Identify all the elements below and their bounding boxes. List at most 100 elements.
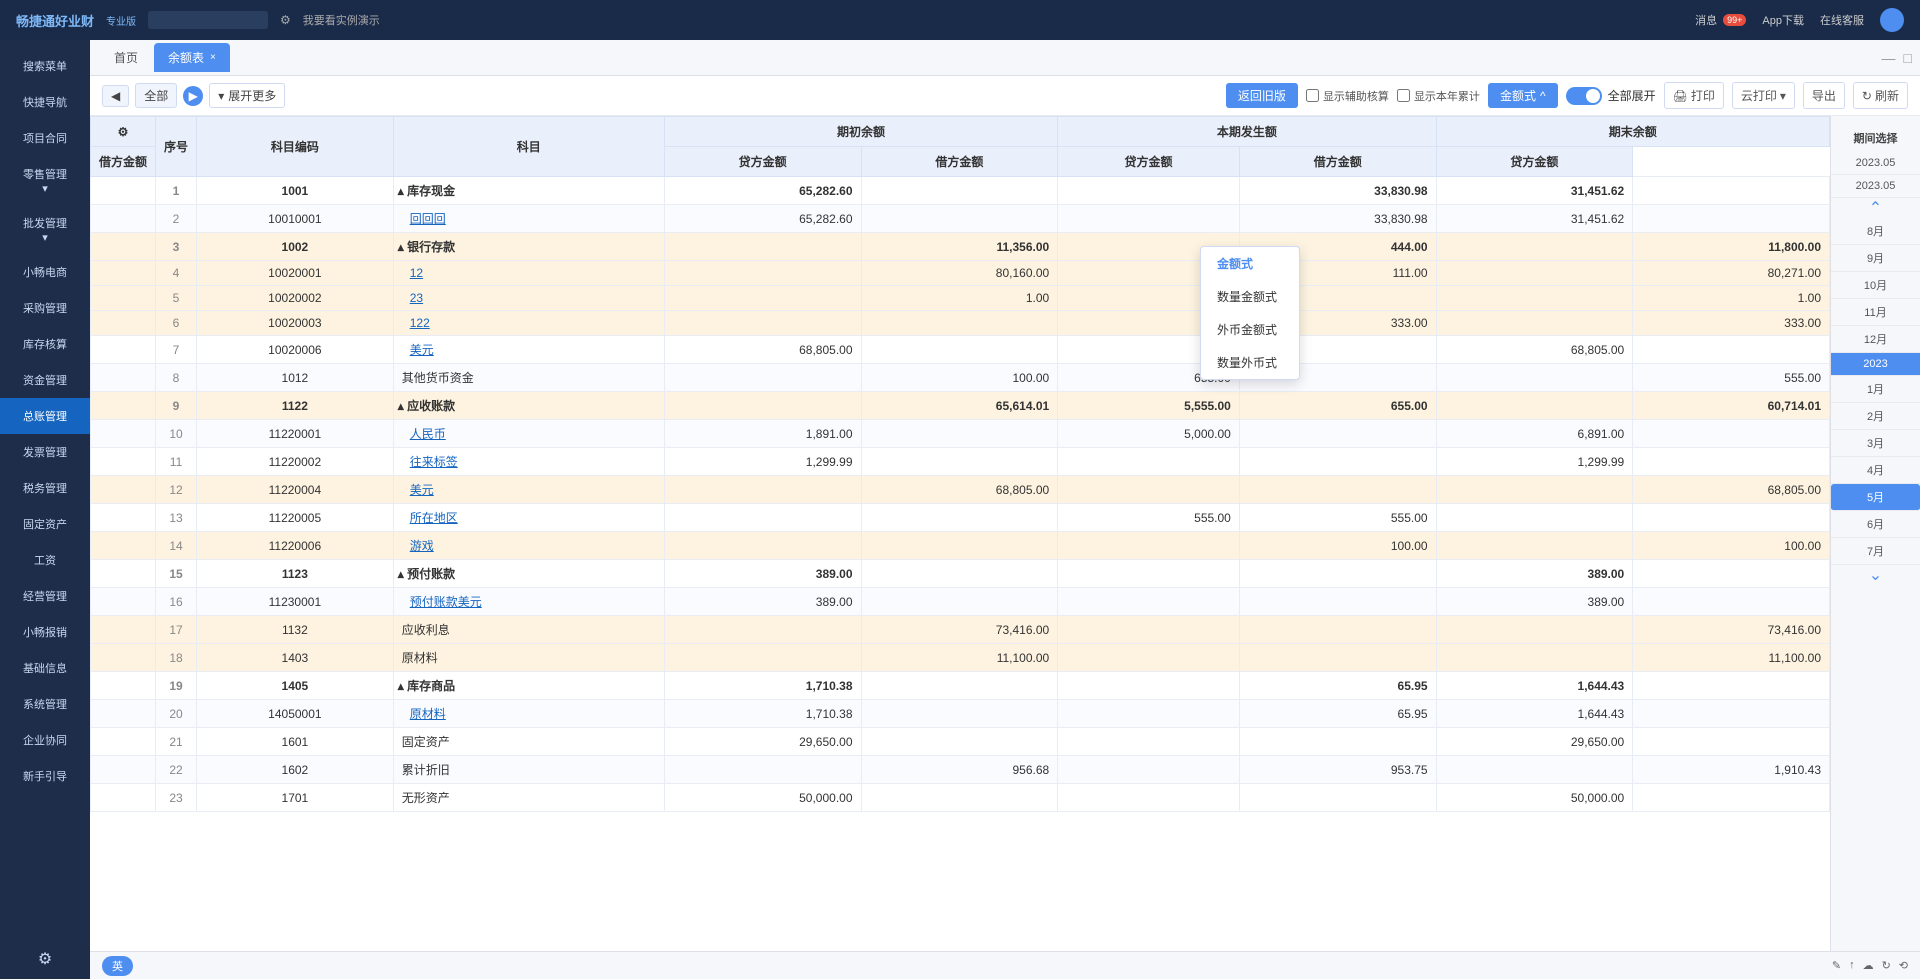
lang-btn[interactable]: 英 [102,956,133,976]
row-code: 1123 [197,560,394,588]
refresh-btn[interactable]: ↻ 刷新 [1853,82,1908,109]
row-opening-debit [664,756,861,784]
period-jan[interactable]: 1月 [1831,376,1920,403]
undo-icon[interactable]: ↻ [1882,959,1891,972]
period-apr[interactable]: 4月 [1831,457,1920,484]
period-mar[interactable]: 3月 [1831,430,1920,457]
dropdown-item-qty-currency[interactable]: 数量外币式 [1201,346,1299,379]
tab-balance-sheet[interactable]: 余额表 × [154,43,230,72]
export-btn[interactable]: 导出 [1803,82,1845,109]
edit-icon[interactable]: ✎ [1832,959,1841,972]
demo-label[interactable]: 我要看实例演示 [303,12,380,28]
row-name[interactable]: 所在地区 [393,504,664,532]
row-num: 21 [156,728,197,756]
format-dropdown[interactable]: 金额式 数量金额式 外币金额式 数量外币式 [1200,246,1300,380]
sidebar-settings-icon[interactable]: ⚙ [38,951,52,968]
tab-max-btn[interactable]: □ [1904,50,1912,66]
sidebar-item-finance[interactable]: 资金管理 [0,362,90,398]
dropdown-item-currency[interactable]: 外币金额式 [1201,313,1299,346]
period-may[interactable]: 5月 [1831,484,1920,511]
period-aug[interactable]: 8月 [1831,218,1920,245]
row-name[interactable]: 游戏 [393,532,664,560]
service-btn[interactable]: 在线客服 [1820,12,1864,28]
back-nav-btn[interactable]: ◀ [102,85,129,107]
sidebar-item-base[interactable]: 基础信息 [0,650,90,686]
row-name[interactable]: 122 [393,311,664,336]
period-expand-down[interactable]: ⌄ [1869,565,1882,585]
show-annual-checkbox[interactable]: 显示本年累计 [1397,88,1480,104]
sidebar-item-ledger[interactable]: 总账管理 [0,398,90,434]
format-btn[interactable]: 金额式 ^ [1488,83,1558,108]
user-avatar[interactable] [1880,8,1904,32]
sidebar-item-salary[interactable]: 工资 [0,542,90,578]
row-name[interactable]: 预付账款美元 [393,588,664,616]
period-2023-05-2[interactable]: 2023.05 [1831,175,1920,198]
history-icon[interactable]: ⟲ [1899,959,1908,972]
message-btn[interactable]: 消息 99+ [1695,12,1746,28]
download-btn[interactable]: App下载 [1762,12,1804,28]
sidebar-item-guide[interactable]: 新手引导 [0,758,90,794]
show-assist-checkbox[interactable]: 显示辅助核算 [1306,88,1389,104]
cloud-print-btn[interactable]: 云打印 ▾ [1732,82,1795,109]
row-name[interactable]: 人民币 [393,420,664,448]
dropdown-item-amount[interactable]: 金额式 [1201,247,1299,280]
expand-more-btn[interactable]: ▾ 展开更多 [209,83,285,108]
sync-icon[interactable]: ↑ [1849,959,1855,972]
tab-min-btn[interactable]: — [1882,50,1896,66]
period-2023[interactable]: 2023 [1831,353,1920,376]
back-old-btn[interactable]: 返回旧版 [1226,83,1298,108]
row-code: 11220004 [197,476,394,504]
sidebar-item-ecommerce[interactable]: 小畅电商 [0,254,90,290]
status-bar: 英 ✎ ↑ ☁ ↻ ⟲ [90,951,1920,979]
sidebar-item-invoice[interactable]: 发票管理 [0,434,90,470]
sidebar-item-search[interactable]: 搜索菜单 [0,48,90,84]
period-dec[interactable]: 12月 [1831,326,1920,353]
sidebar-item-operations[interactable]: 经营管理 [0,578,90,614]
period-nov[interactable]: 11月 [1831,299,1920,326]
sidebar-item-nav[interactable]: 快捷导航 [0,84,90,120]
row-current-debit [1058,588,1240,616]
col-settings[interactable]: ⚙ [91,117,156,147]
row-closing-debit: 1,644.43 [1436,672,1633,700]
period-jul[interactable]: 7月 [1831,538,1920,565]
forward-nav-btn[interactable]: ▶ [183,86,203,106]
row-name[interactable]: 23 [393,286,664,311]
sidebar-item-system[interactable]: 系统管理 [0,686,90,722]
all-breadcrumb[interactable]: 全部 [135,83,177,108]
row-name[interactable]: 美元 [393,476,664,504]
period-sep[interactable]: 9月 [1831,245,1920,272]
period-2023-05-1[interactable]: 2023.05 [1831,152,1920,175]
period-oct[interactable]: 10月 [1831,272,1920,299]
table-container[interactable]: ⚙ 序号 科目编码 科目 期初余额 本期发生额 期末余额 借方金额 贷方金额 [90,116,1830,951]
top-bar-search-input[interactable] [148,11,268,29]
sidebar-item-inventory[interactable]: 库存核算 [0,326,90,362]
assist-checkbox-input[interactable] [1306,89,1319,102]
sidebar-item-purchase[interactable]: 采购管理 [0,290,90,326]
expand-all-toggle[interactable] [1566,87,1602,105]
sidebar-item-tax[interactable]: 税务管理 [0,470,90,506]
row-opening-credit [861,420,1058,448]
row-current-credit [1239,588,1436,616]
row-name[interactable]: 原材料 [393,700,664,728]
period-jun[interactable]: 6月 [1831,511,1920,538]
row-name[interactable]: 美元 [393,336,664,364]
sidebar-item-contract[interactable]: 项目合同 [0,120,90,156]
cloud-icon[interactable]: ☁ [1863,959,1874,972]
tab-home[interactable]: 首页 [98,49,154,66]
print-btn[interactable]: 🖨 打印 [1664,82,1724,109]
row-name[interactable]: 往来标签 [393,448,664,476]
sidebar-item-retail[interactable]: 零售管理▾ [0,156,90,205]
toolbar-left: ◀ 全部 ▶ ▾ 展开更多 [102,83,285,108]
annual-checkbox-input[interactable] [1397,89,1410,102]
sidebar-item-expense[interactable]: 小畅报销 [0,614,90,650]
row-name[interactable]: 12 [393,261,664,286]
settings-icon[interactable]: ⚙ [280,13,291,27]
sidebar-item-wholesale[interactable]: 批发管理▾ [0,205,90,254]
period-feb[interactable]: 2月 [1831,403,1920,430]
tab-close-btn[interactable]: × [210,52,216,63]
row-name[interactable]: 回回回 [393,205,664,233]
dropdown-item-qty-amount[interactable]: 数量金额式 [1201,280,1299,313]
sidebar-item-collab[interactable]: 企业协同 [0,722,90,758]
sidebar-item-assets[interactable]: 固定资产 [0,506,90,542]
period-expand-up[interactable]: ⌃ [1869,198,1882,218]
